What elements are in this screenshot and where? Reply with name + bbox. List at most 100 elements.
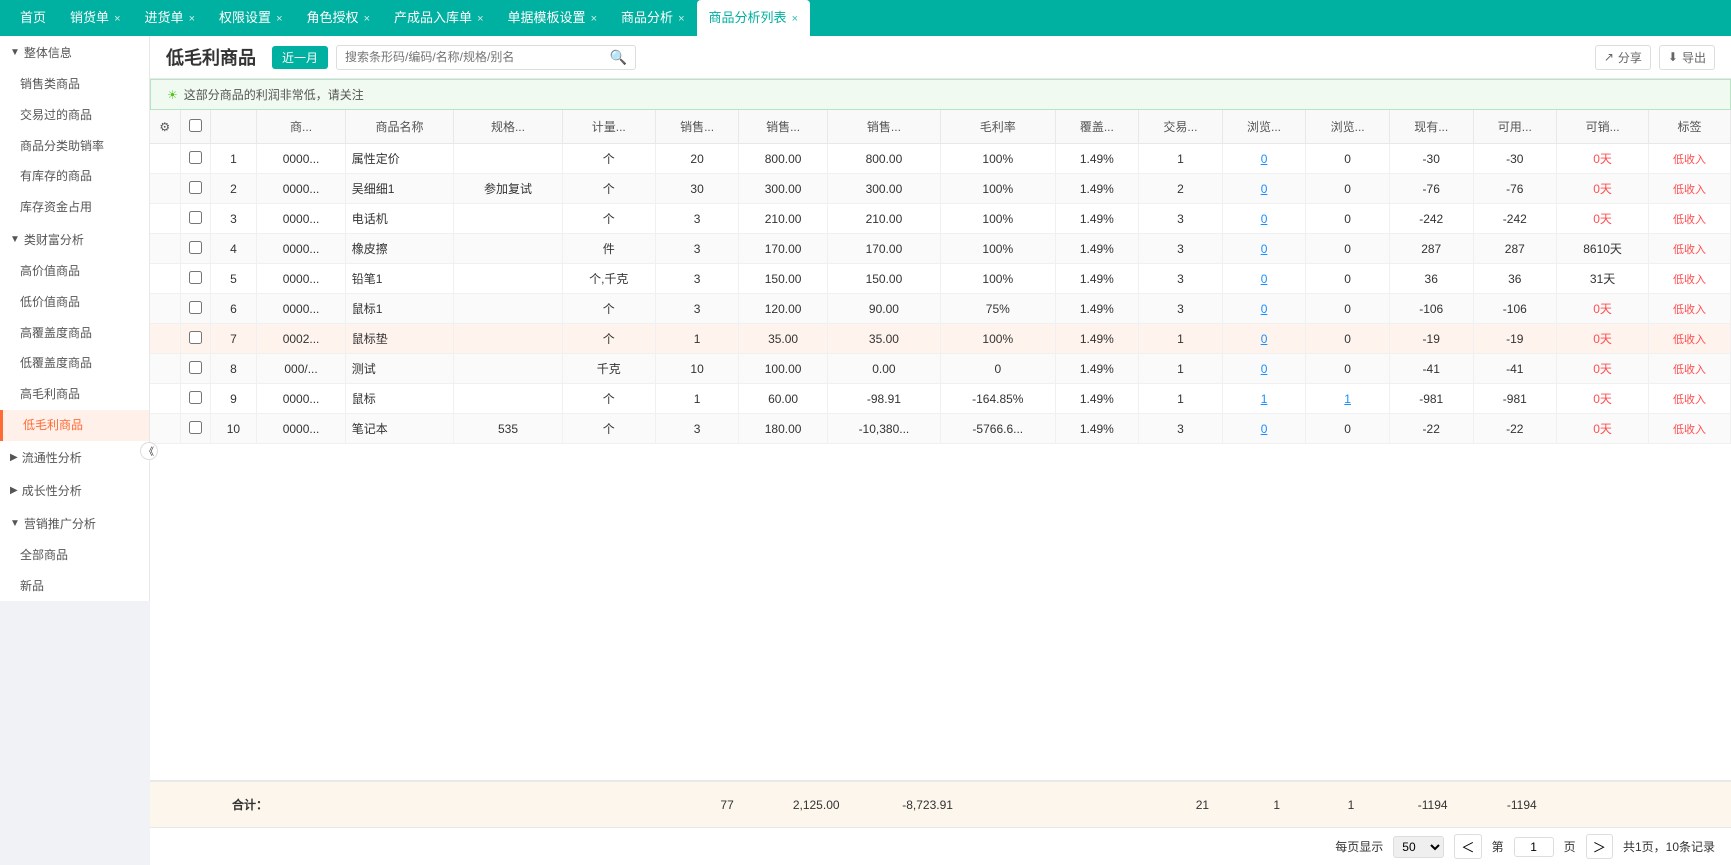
row-browse1[interactable]: 0: [1222, 204, 1306, 234]
nav-close-goods-analysis[interactable]: ×: [675, 13, 684, 25]
row-settings: [150, 204, 180, 234]
row-select-checkbox[interactable]: [189, 331, 202, 344]
row-checkbox[interactable]: [180, 204, 210, 234]
row-gross: 100%: [941, 324, 1055, 354]
row-code: 0000...: [257, 234, 345, 264]
search-box[interactable]: 🔍: [336, 45, 636, 70]
row-browse2: 0: [1306, 414, 1390, 444]
nav-role[interactable]: 角色授权 ×: [295, 0, 383, 36]
row-browse1[interactable]: 0: [1222, 264, 1306, 294]
row-gross: 100%: [941, 264, 1055, 294]
sidebar-item-new-goods[interactable]: 新品: [0, 571, 149, 602]
row-browse2[interactable]: 1: [1306, 384, 1390, 414]
nav-purchase[interactable]: 进货单 ×: [133, 0, 208, 36]
row-checkbox[interactable]: [180, 144, 210, 174]
next-page-btn[interactable]: ＞: [1586, 834, 1613, 859]
row-select-checkbox[interactable]: [189, 211, 202, 224]
sidebar-item-high-margin[interactable]: 高毛利商品: [0, 379, 149, 410]
nav-close-product[interactable]: ×: [474, 13, 483, 25]
search-icon[interactable]: 🔍: [610, 49, 627, 66]
col-settings[interactable]: ⚙: [150, 110, 180, 144]
row-unit: 个: [562, 204, 655, 234]
row-select-checkbox[interactable]: [189, 301, 202, 314]
page-num-input[interactable]: [1514, 837, 1554, 857]
sidebar-item-low-margin[interactable]: 低毛利商品: [0, 410, 149, 441]
sidebar-group-liquidity[interactable]: ▶ 流通性分析: [0, 441, 149, 474]
row-checkbox[interactable]: [180, 294, 210, 324]
sidebar-item-high-coverage[interactable]: 高覆盖度商品: [0, 318, 149, 349]
search-input[interactable]: [345, 50, 610, 64]
nav-template[interactable]: 单据模板设置 ×: [496, 0, 610, 36]
nav-close-template[interactable]: ×: [588, 13, 597, 25]
footer-stock2: -1194: [1477, 790, 1566, 819]
row-browse2: 0: [1306, 294, 1390, 324]
nav-close-goods-list[interactable]: ×: [789, 13, 798, 25]
sidebar-item-sales-goods[interactable]: 销售类商品: [0, 69, 149, 100]
row-checkbox[interactable]: [180, 234, 210, 264]
row-browse1[interactable]: 0: [1222, 234, 1306, 264]
row-select-checkbox[interactable]: [189, 361, 202, 374]
row-select-checkbox[interactable]: [189, 151, 202, 164]
sidebar-item-traded-goods[interactable]: 交易过的商品: [0, 100, 149, 131]
sidebar-item-high-value[interactable]: 高价值商品: [0, 256, 149, 287]
row-sale2: 60.00: [739, 384, 827, 414]
row-checkbox[interactable]: [180, 414, 210, 444]
row-sale1: 3: [655, 264, 739, 294]
prev-page-btn[interactable]: ＜: [1454, 834, 1481, 859]
table-row: 7 0002... 鼠标垫 个 1 35.00 35.00 100% 1.49%…: [150, 324, 1731, 354]
nav-close-permission[interactable]: ×: [273, 13, 282, 25]
row-browse1[interactable]: 0: [1222, 354, 1306, 384]
row-stock1: -41: [1389, 354, 1473, 384]
row-select-checkbox[interactable]: [189, 181, 202, 194]
row-checkbox[interactable]: [180, 354, 210, 384]
row-select-checkbox[interactable]: [189, 421, 202, 434]
row-browse1[interactable]: 0: [1222, 324, 1306, 354]
nav-close-purchase[interactable]: ×: [186, 13, 195, 25]
row-browse1[interactable]: 0: [1222, 294, 1306, 324]
row-no: 5: [210, 264, 257, 294]
row-browse2: 0: [1306, 264, 1390, 294]
row-checkbox[interactable]: [180, 324, 210, 354]
sidebar-group-marketing[interactable]: ▼ 营销推广分析: [0, 507, 149, 540]
row-checkbox[interactable]: [180, 264, 210, 294]
nav-home[interactable]: 首页: [8, 0, 58, 36]
row-browse1[interactable]: 1: [1222, 384, 1306, 414]
nav-sales[interactable]: 销货单 ×: [58, 0, 133, 36]
sidebar-item-all-goods[interactable]: 全部商品: [0, 540, 149, 571]
nav-permission[interactable]: 权限设置 ×: [207, 0, 295, 36]
row-unit: 个: [562, 294, 655, 324]
sidebar-collapse-btn[interactable]: 《: [140, 442, 158, 460]
nav-product-entry[interactable]: 产成品入库单 ×: [382, 0, 496, 36]
nav-close-sales[interactable]: ×: [111, 13, 120, 25]
sidebar-item-in-stock[interactable]: 有库存的商品: [0, 161, 149, 192]
row-browse1[interactable]: 0: [1222, 144, 1306, 174]
nav-close-role[interactable]: ×: [361, 13, 370, 25]
share-btn[interactable]: ↗ 分享: [1595, 45, 1651, 70]
sidebar-item-low-coverage[interactable]: 低覆盖度商品: [0, 348, 149, 379]
row-checkbox[interactable]: [180, 384, 210, 414]
row-settings: [150, 384, 180, 414]
sidebar-group-wealth[interactable]: ▼ 类财富分析: [0, 223, 149, 256]
sidebar-item-capital[interactable]: 库存资金占用: [0, 192, 149, 223]
col-checkbox[interactable]: [180, 110, 210, 144]
select-all-checkbox[interactable]: [189, 119, 202, 132]
page-label: 第: [1492, 838, 1504, 855]
sidebar-item-category-sales[interactable]: 商品分类助销率: [0, 131, 149, 162]
row-select-checkbox[interactable]: [189, 241, 202, 254]
filter-recent-month-btn[interactable]: 近一月: [272, 46, 328, 69]
sidebar-item-low-value[interactable]: 低价值商品: [0, 287, 149, 318]
sidebar-group-growth[interactable]: ▶ 成长性分析: [0, 474, 149, 507]
row-select-checkbox[interactable]: [189, 391, 202, 404]
col-trade: 交易...: [1139, 110, 1223, 144]
row-browse1[interactable]: 0: [1222, 174, 1306, 204]
row-unit: 件: [562, 234, 655, 264]
nav-goods-analysis-list[interactable]: 商品分析列表 ×: [697, 0, 811, 36]
row-checkbox[interactable]: [180, 174, 210, 204]
row-browse1[interactable]: 0: [1222, 414, 1306, 444]
per-page-select[interactable]: 50 100 200: [1393, 836, 1444, 858]
row-select-checkbox[interactable]: [189, 271, 202, 284]
row-no: 10: [210, 414, 257, 444]
sidebar-group-overall[interactable]: ▼ 整体信息: [0, 36, 149, 69]
export-btn[interactable]: ⬇ 导出: [1659, 45, 1715, 70]
nav-goods-analysis[interactable]: 商品分析 ×: [609, 0, 697, 36]
